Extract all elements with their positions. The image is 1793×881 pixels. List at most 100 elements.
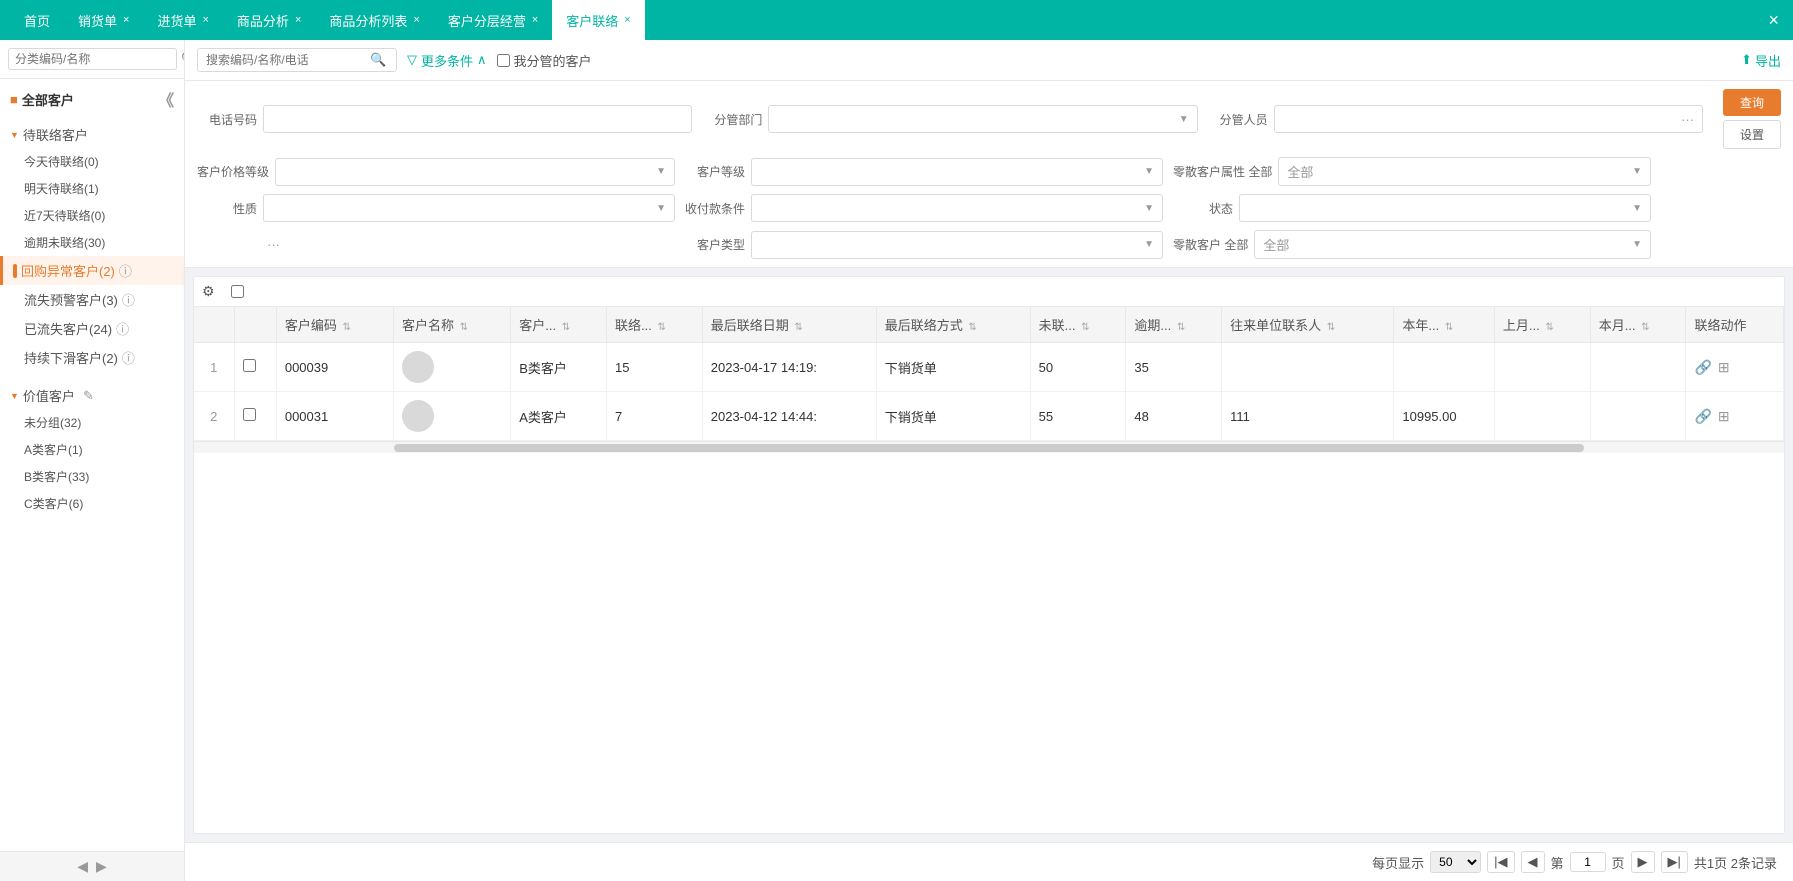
sidebar-item-repurchase-anomaly[interactable]: 回购异常客户(2) ⓘ bbox=[0, 256, 184, 285]
value-group-edit-icon[interactable]: ✎ bbox=[83, 388, 94, 404]
row2-grid-icon[interactable]: ⊞ bbox=[1718, 408, 1730, 425]
more-dots[interactable]: ··· bbox=[263, 237, 280, 252]
sidebar-search-icon[interactable]: 🔍 bbox=[181, 51, 185, 67]
sidebar-item-today[interactable]: 今天待联络(0) bbox=[0, 148, 184, 175]
col-index bbox=[194, 307, 234, 343]
sidebar-item-7days[interactable]: 近7天待联络(0) bbox=[0, 202, 184, 229]
sidebar-prev-btn[interactable]: ◀ bbox=[77, 858, 88, 875]
sidebar-item-declining[interactable]: 持续下滑客户(2) ⓘ bbox=[0, 343, 184, 372]
row2-checkbox[interactable] bbox=[243, 408, 256, 421]
status-select[interactable]: ▼ bbox=[1239, 194, 1651, 222]
sidebar-group-value[interactable]: ▼ 价值客户 ✎ bbox=[0, 380, 184, 409]
nav-customer-segment-close[interactable]: × bbox=[532, 14, 538, 26]
row1-last-method-link[interactable]: 下销货单 bbox=[885, 361, 937, 376]
query-button[interactable]: 查询 bbox=[1723, 89, 1781, 116]
row2-link-icon[interactable]: 🔗 bbox=[1694, 408, 1711, 425]
sidebar-item-a-class[interactable]: A类客户(1) bbox=[0, 436, 184, 463]
col-this-month-sort[interactable]: ⇅ bbox=[1641, 322, 1649, 333]
table-row: 2 000031 A类客户 7 2023-04-12 14:44: 下销货单 bbox=[194, 392, 1784, 441]
my-customers-checkbox[interactable]: 我分管的客户 bbox=[497, 51, 592, 70]
nav-purchase-close[interactable]: × bbox=[202, 14, 208, 26]
row1-checkbox[interactable] bbox=[243, 359, 256, 372]
table-gear-icon[interactable]: ⚙ bbox=[202, 283, 215, 300]
nav-customer-contact[interactable]: 客户联络 × bbox=[552, 0, 644, 40]
sidebar-item-churned[interactable]: 已流失客户(24) ⓘ bbox=[0, 314, 184, 343]
row1-grid-icon[interactable]: ⊞ bbox=[1718, 359, 1730, 376]
col-last-date-sort[interactable]: ⇅ bbox=[794, 322, 802, 333]
col-code: 客户编码 ⇅ bbox=[276, 307, 393, 343]
my-customers-check[interactable] bbox=[497, 54, 510, 67]
customer-level-select[interactable]: ▼ bbox=[751, 158, 1163, 186]
customer-level-label: 客户等级 bbox=[685, 163, 745, 180]
export-btn[interactable]: ⬆ 导出 bbox=[1741, 51, 1781, 70]
col-code-sort[interactable]: ⇅ bbox=[342, 322, 350, 333]
sidebar-item-churn-warning[interactable]: 流失预警客户(3) ⓘ bbox=[0, 285, 184, 314]
sidebar-item-tomorrow[interactable]: 明天待联络(1) bbox=[0, 175, 184, 202]
settings-button[interactable]: 设置 bbox=[1723, 120, 1781, 149]
payment-select[interactable]: ▼ bbox=[751, 194, 1163, 222]
col-name-sort[interactable]: ⇅ bbox=[460, 322, 468, 333]
page-input[interactable] bbox=[1570, 852, 1606, 872]
sidebar-item-b-class[interactable]: B类客户(33) bbox=[0, 463, 184, 490]
retail-attr-select[interactable]: 全部 ▼ bbox=[1278, 157, 1651, 186]
nav-analysis[interactable]: 商品分析 × bbox=[223, 0, 315, 40]
sidebar-collapse-btn[interactable]: 《 bbox=[158, 87, 174, 111]
sidebar-next-btn[interactable]: ▶ bbox=[96, 858, 107, 875]
sidebar-item-ungrouped[interactable]: 未分组(32) bbox=[0, 409, 184, 436]
churned-info-icon[interactable]: ⓘ bbox=[116, 319, 129, 338]
nav-analysis-list-close[interactable]: × bbox=[413, 14, 419, 26]
manager-input[interactable]: ··· bbox=[1274, 105, 1703, 133]
sidebar-item-overdue[interactable]: 逾期未联络(30) bbox=[0, 229, 184, 256]
price-level-select[interactable]: ▼ bbox=[275, 158, 675, 186]
customer-type-select[interactable]: ▼ bbox=[751, 231, 1163, 259]
col-last-method-sort[interactable]: ⇅ bbox=[968, 322, 976, 333]
first-page-btn[interactable]: |◀ bbox=[1487, 851, 1514, 873]
select-all-checkbox[interactable] bbox=[231, 285, 244, 298]
col-uncontacted-sort[interactable]: ⇅ bbox=[1081, 322, 1089, 333]
search-input[interactable] bbox=[206, 53, 366, 67]
col-contact-person-sort[interactable]: ⇅ bbox=[1327, 322, 1335, 333]
nav-purchase[interactable]: 进货单 × bbox=[143, 0, 222, 40]
nav-analysis-list[interactable]: 商品分析列表 × bbox=[315, 0, 433, 40]
col-this-year-sort[interactable]: ⇅ bbox=[1445, 322, 1453, 333]
customer-type-label: 客户类型 bbox=[685, 236, 745, 253]
dept-arrow: ▼ bbox=[1179, 114, 1189, 125]
sidebar-all-customers[interactable]: ■ 全部客户 《 bbox=[0, 79, 184, 119]
col-contact-sort[interactable]: ⇅ bbox=[657, 322, 665, 333]
export-icon: ⬆ bbox=[1741, 52, 1752, 68]
col-last-month-sort[interactable]: ⇅ bbox=[1545, 322, 1553, 333]
col-type-sort[interactable]: ⇅ bbox=[562, 322, 570, 333]
sidebar-item-c-class[interactable]: C类客户(6) bbox=[0, 490, 184, 517]
more-conditions-btn[interactable]: ▽ 更多条件 ∧ bbox=[407, 51, 487, 70]
retail-attr-arrow: ▼ bbox=[1632, 166, 1642, 177]
nav-customer-contact-close[interactable]: × bbox=[624, 14, 630, 26]
nav-customer-segment[interactable]: 客户分层经营 × bbox=[434, 0, 552, 40]
col-overdue-sort[interactable]: ⇅ bbox=[1177, 322, 1185, 333]
sidebar-search-input[interactable] bbox=[8, 48, 177, 70]
nature-select[interactable]: ▼ bbox=[263, 194, 675, 222]
horizontal-scrollbar[interactable] bbox=[194, 441, 1784, 453]
retail-customer-select[interactable]: 全部 ▼ bbox=[1254, 230, 1651, 259]
row1-actions: 🔗 ⊞ bbox=[1686, 343, 1784, 392]
phone-input[interactable] bbox=[263, 105, 692, 133]
next-page-btn[interactable]: ▶ bbox=[1631, 851, 1655, 873]
nav-home[interactable]: 首页 bbox=[10, 0, 64, 40]
sidebar-group-pending[interactable]: ▼ 待联络客户 bbox=[0, 119, 184, 148]
search-icon[interactable]: 🔍 bbox=[370, 52, 386, 68]
dept-select[interactable]: ▼ bbox=[768, 105, 1197, 133]
nav-sales[interactable]: 销货单 × bbox=[64, 0, 143, 40]
nav-analysis-close[interactable]: × bbox=[295, 14, 301, 26]
prev-page-btn[interactable]: ◀ bbox=[1521, 851, 1545, 873]
churn-warning-info-icon[interactable]: ⓘ bbox=[122, 290, 135, 309]
nav-sales-close[interactable]: × bbox=[123, 14, 129, 26]
manager-dots[interactable]: ··· bbox=[1681, 112, 1694, 127]
repurchase-info-icon[interactable]: ⓘ bbox=[119, 261, 132, 280]
last-page-btn[interactable]: ▶| bbox=[1661, 851, 1688, 873]
declining-info-icon[interactable]: ⓘ bbox=[122, 348, 135, 367]
payment-label: 收付款条件 bbox=[685, 200, 745, 217]
row1-uncontacted: 50 bbox=[1030, 343, 1126, 392]
row2-last-method-link[interactable]: 下销货单 bbox=[885, 410, 937, 425]
row1-link-icon[interactable]: 🔗 bbox=[1694, 359, 1711, 376]
per-page-select[interactable]: 50 20 100 bbox=[1430, 851, 1481, 873]
window-close-button[interactable]: × bbox=[1768, 10, 1779, 31]
